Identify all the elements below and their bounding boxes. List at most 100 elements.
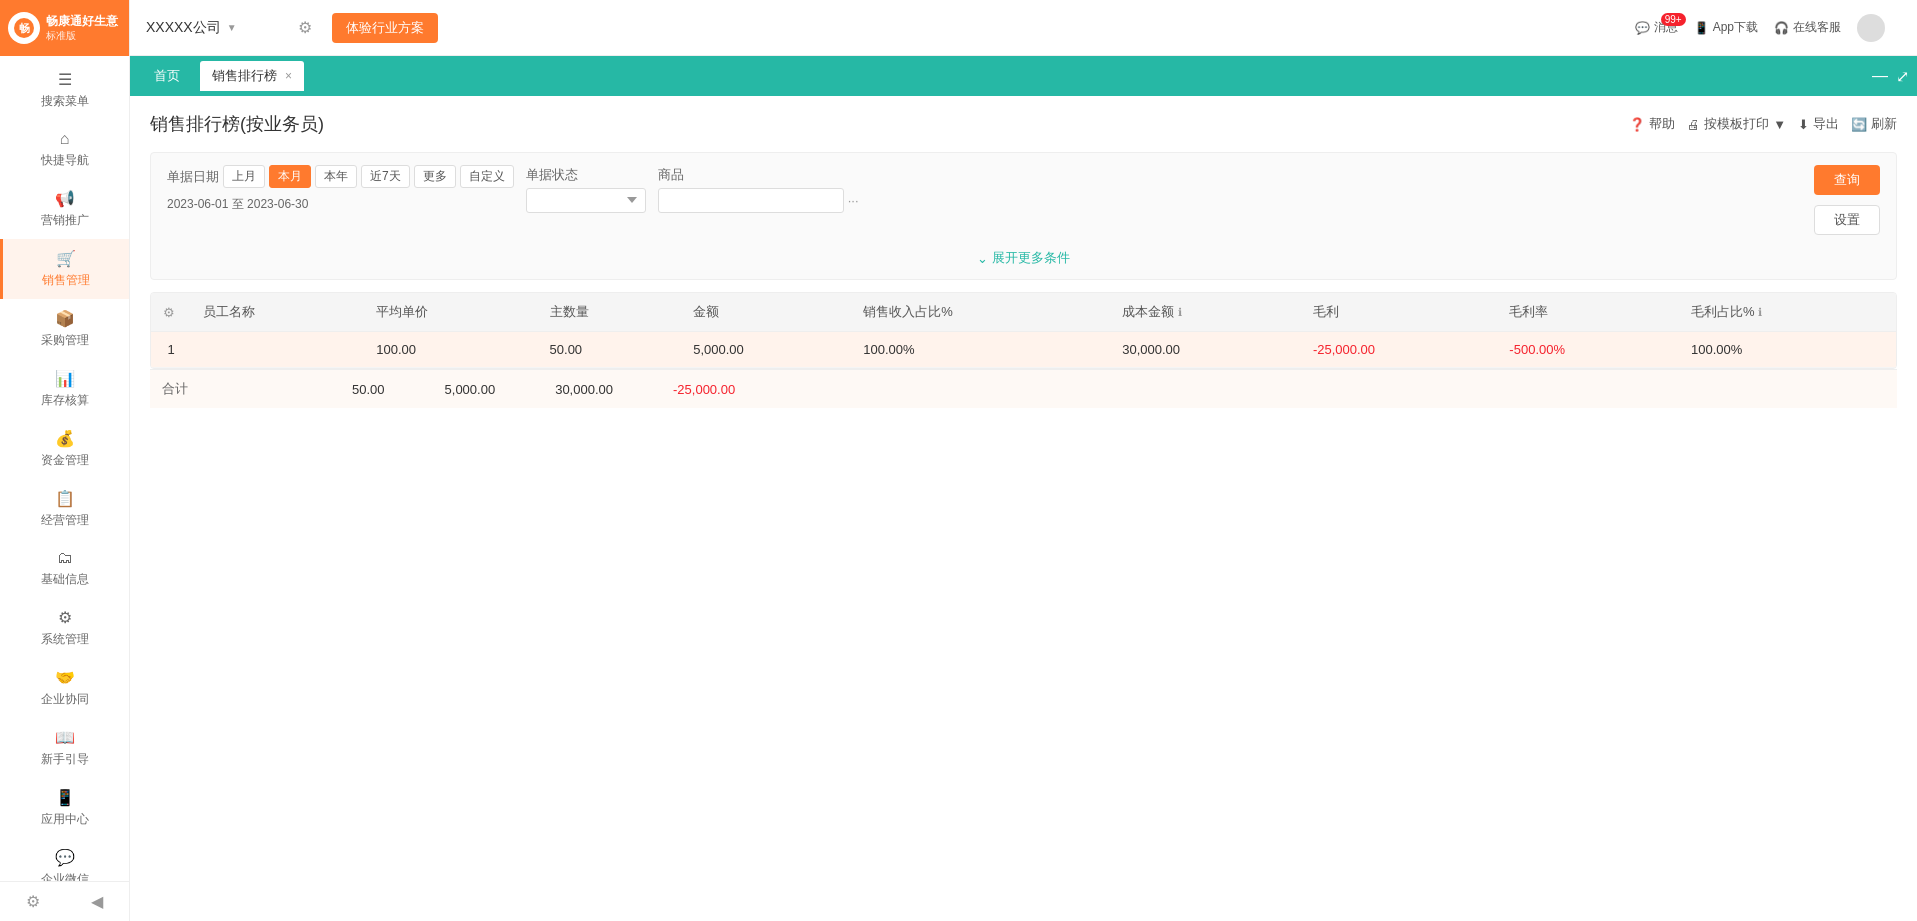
service-label: 在线客服 bbox=[1793, 19, 1841, 36]
trial-button[interactable]: 体验行业方案 bbox=[332, 13, 438, 43]
company-settings-icon[interactable]: ⚙ bbox=[298, 18, 312, 37]
sidebar-item-wechat[interactable]: 💬 企业微信 bbox=[0, 838, 129, 881]
logo-icon: 畅 bbox=[8, 12, 40, 44]
goods-filter-label: 商品 bbox=[658, 166, 859, 184]
date-filter-field: 单据日期 上月 本月 本年 近7天 更多 自定义 2023-06-01 至 20… bbox=[167, 165, 514, 213]
sidebar-item-system[interactable]: ⚙ 系统管理 bbox=[0, 598, 129, 658]
sidebar-label-quicknav: 快捷导航 bbox=[41, 152, 89, 169]
help-icon: ❓ bbox=[1629, 117, 1645, 132]
tab-sales-ranking-label: 销售排行榜 bbox=[212, 67, 277, 85]
td-employee-name bbox=[191, 332, 364, 368]
topbar-right: 💬 消息 99+ 📱 App下载 🎧 在线客服 bbox=[1635, 14, 1901, 42]
footer-cost: 30,000.00 bbox=[555, 382, 613, 397]
th-gross: 毛利 bbox=[1301, 293, 1497, 332]
th-cost: 成本金额 ℹ bbox=[1110, 293, 1301, 332]
sidebar-label-system: 系统管理 bbox=[41, 631, 89, 648]
print-button[interactable]: 🖨 按模板打印 ▼ bbox=[1687, 115, 1786, 133]
sidebar-label-basic-info: 基础信息 bbox=[41, 571, 89, 588]
sidebar-item-basic-info[interactable]: 🗂 基础信息 bbox=[0, 539, 129, 598]
td-revenue-pct: 100.00% bbox=[851, 332, 1110, 368]
set-button[interactable]: 设置 bbox=[1814, 205, 1880, 235]
status-select[interactable] bbox=[526, 188, 646, 213]
date-filter-label: 单据日期 bbox=[167, 168, 219, 186]
export-label: 导出 bbox=[1813, 115, 1839, 133]
th-employee-name: 员工名称 bbox=[191, 293, 364, 332]
th-amount: 金额 bbox=[681, 293, 851, 332]
print-label: 按模板打印 bbox=[1704, 115, 1769, 133]
expand-more-button[interactable]: ⌄ 展开更多条件 bbox=[167, 243, 1880, 267]
basic-info-icon: 🗂 bbox=[57, 549, 73, 567]
sidebar-item-operations[interactable]: 📋 经营管理 bbox=[0, 479, 129, 539]
sidebar-item-collab[interactable]: 🤝 企业协同 bbox=[0, 658, 129, 718]
sales-icon: 🛒 bbox=[56, 249, 76, 268]
collapse-sidebar-button[interactable]: ◀ bbox=[91, 892, 103, 911]
footer-qty: 50.00 bbox=[352, 382, 385, 397]
td-gross-pct: 100.00% bbox=[1679, 332, 1896, 368]
date-btn-7days[interactable]: 近7天 bbox=[361, 165, 410, 188]
filter-fields: 单据日期 上月 本月 本年 近7天 更多 自定义 2023-06-01 至 20… bbox=[167, 165, 1798, 213]
date-btn-more[interactable]: 更多 bbox=[414, 165, 456, 188]
settings-icon[interactable]: ⚙ bbox=[163, 305, 175, 320]
query-button[interactable]: 查询 bbox=[1814, 165, 1880, 195]
sidebar-item-quicknav[interactable]: ⌂ 快捷导航 bbox=[0, 120, 129, 179]
online-service-button[interactable]: 🎧 在线客服 bbox=[1774, 19, 1841, 36]
date-btn-custom[interactable]: 自定义 bbox=[460, 165, 514, 188]
avatar[interactable] bbox=[1857, 14, 1885, 42]
message-icon: 💬 bbox=[1635, 21, 1650, 35]
sidebar-item-marketing[interactable]: 📢 营销推广 bbox=[0, 179, 129, 239]
tabbar-controls: — ⤢ bbox=[1872, 67, 1909, 86]
tab-sales-ranking[interactable]: 销售排行榜 × bbox=[200, 61, 304, 91]
td-margin: -500.00% bbox=[1497, 332, 1679, 368]
goods-input[interactable] bbox=[658, 188, 844, 213]
sidebar-label-guide: 新手引导 bbox=[41, 751, 89, 768]
company-selector[interactable]: XXXXX公司 ▼ bbox=[146, 19, 286, 37]
sidebar-item-finance[interactable]: 💰 资金管理 bbox=[0, 419, 129, 479]
message-button[interactable]: 💬 消息 99+ bbox=[1635, 19, 1678, 36]
tab-home[interactable]: 首页 bbox=[138, 56, 196, 96]
footer-gross: -25,000.00 bbox=[673, 382, 735, 397]
th-qty: 主数量 bbox=[538, 293, 682, 332]
td-qty: 50.00 bbox=[538, 332, 682, 368]
settings-footer-button[interactable]: ⚙ bbox=[26, 892, 40, 911]
sidebar-item-search[interactable]: ☰ 搜索菜单 bbox=[0, 60, 129, 120]
sidebar-nav: ☰ 搜索菜单 ⌂ 快捷导航 📢 营销推广 🛒 销售管理 📦 采购管理 📊 库存核… bbox=[0, 56, 129, 881]
sidebar-item-inventory[interactable]: 📊 库存核算 bbox=[0, 359, 129, 419]
page: 销售排行榜(按业务员) ❓ 帮助 🖨 按模板打印 ▼ ⬇ 导出 bbox=[130, 96, 1917, 921]
date-btn-last-month[interactable]: 上月 bbox=[223, 165, 265, 188]
export-button[interactable]: ⬇ 导出 bbox=[1798, 115, 1839, 133]
status-filter-field: 单据状态 bbox=[526, 166, 646, 213]
appstore-icon: 📱 bbox=[55, 788, 75, 807]
help-button[interactable]: ❓ 帮助 bbox=[1629, 115, 1675, 133]
date-btn-this-year[interactable]: 本年 bbox=[315, 165, 357, 188]
date-btn-this-month[interactable]: 本月 bbox=[269, 165, 311, 188]
export-icon: ⬇ bbox=[1798, 117, 1809, 132]
td-rank: 1 bbox=[151, 332, 191, 368]
th-gross-pct: 毛利占比% ℹ bbox=[1679, 293, 1896, 332]
refresh-button[interactable]: 🔄 刷新 bbox=[1851, 115, 1897, 133]
sidebar-item-sales[interactable]: 🛒 销售管理 bbox=[0, 239, 129, 299]
help-label: 帮助 bbox=[1649, 115, 1675, 133]
td-amount: 5,000.00 bbox=[681, 332, 851, 368]
th-settings[interactable]: ⚙ bbox=[151, 293, 191, 332]
sidebar-item-appstore[interactable]: 📱 应用中心 bbox=[0, 778, 129, 838]
th-margin: 毛利率 bbox=[1497, 293, 1679, 332]
main-area: XXXXX公司 ▼ ⚙ 体验行业方案 💬 消息 99+ 📱 App下载 🎧 在线… bbox=[130, 0, 1917, 921]
sidebar-label-sales: 销售管理 bbox=[42, 272, 90, 289]
td-cost: 30,000.00 bbox=[1110, 332, 1301, 368]
tab-close-icon[interactable]: × bbox=[285, 69, 292, 83]
app-download-button[interactable]: 📱 App下载 bbox=[1694, 19, 1758, 36]
headset-icon: 🎧 bbox=[1774, 21, 1789, 35]
date-range-display: 2023-06-01 至 2023-06-30 bbox=[167, 196, 514, 213]
tab-minimize-icon[interactable]: — bbox=[1872, 67, 1888, 86]
expand-label: 展开更多条件 bbox=[992, 249, 1070, 267]
status-filter-label: 单据状态 bbox=[526, 166, 646, 184]
goods-more-icon[interactable]: ··· bbox=[848, 193, 859, 208]
tab-maximize-icon[interactable]: ⤢ bbox=[1896, 67, 1909, 86]
search-menu-icon: ☰ bbox=[58, 70, 72, 89]
marketing-icon: 📢 bbox=[55, 189, 75, 208]
sidebar-label-collab: 企业协同 bbox=[41, 691, 89, 708]
sidebar-item-purchase[interactable]: 📦 采购管理 bbox=[0, 299, 129, 359]
data-table: ⚙ 员工名称 平均单价 主数量 金额 销售收入占比% 成本金额 ℹ 毛利 毛利率… bbox=[150, 292, 1897, 369]
sidebar-label-finance: 资金管理 bbox=[41, 452, 89, 469]
sidebar-item-guide[interactable]: 📖 新手引导 bbox=[0, 718, 129, 778]
